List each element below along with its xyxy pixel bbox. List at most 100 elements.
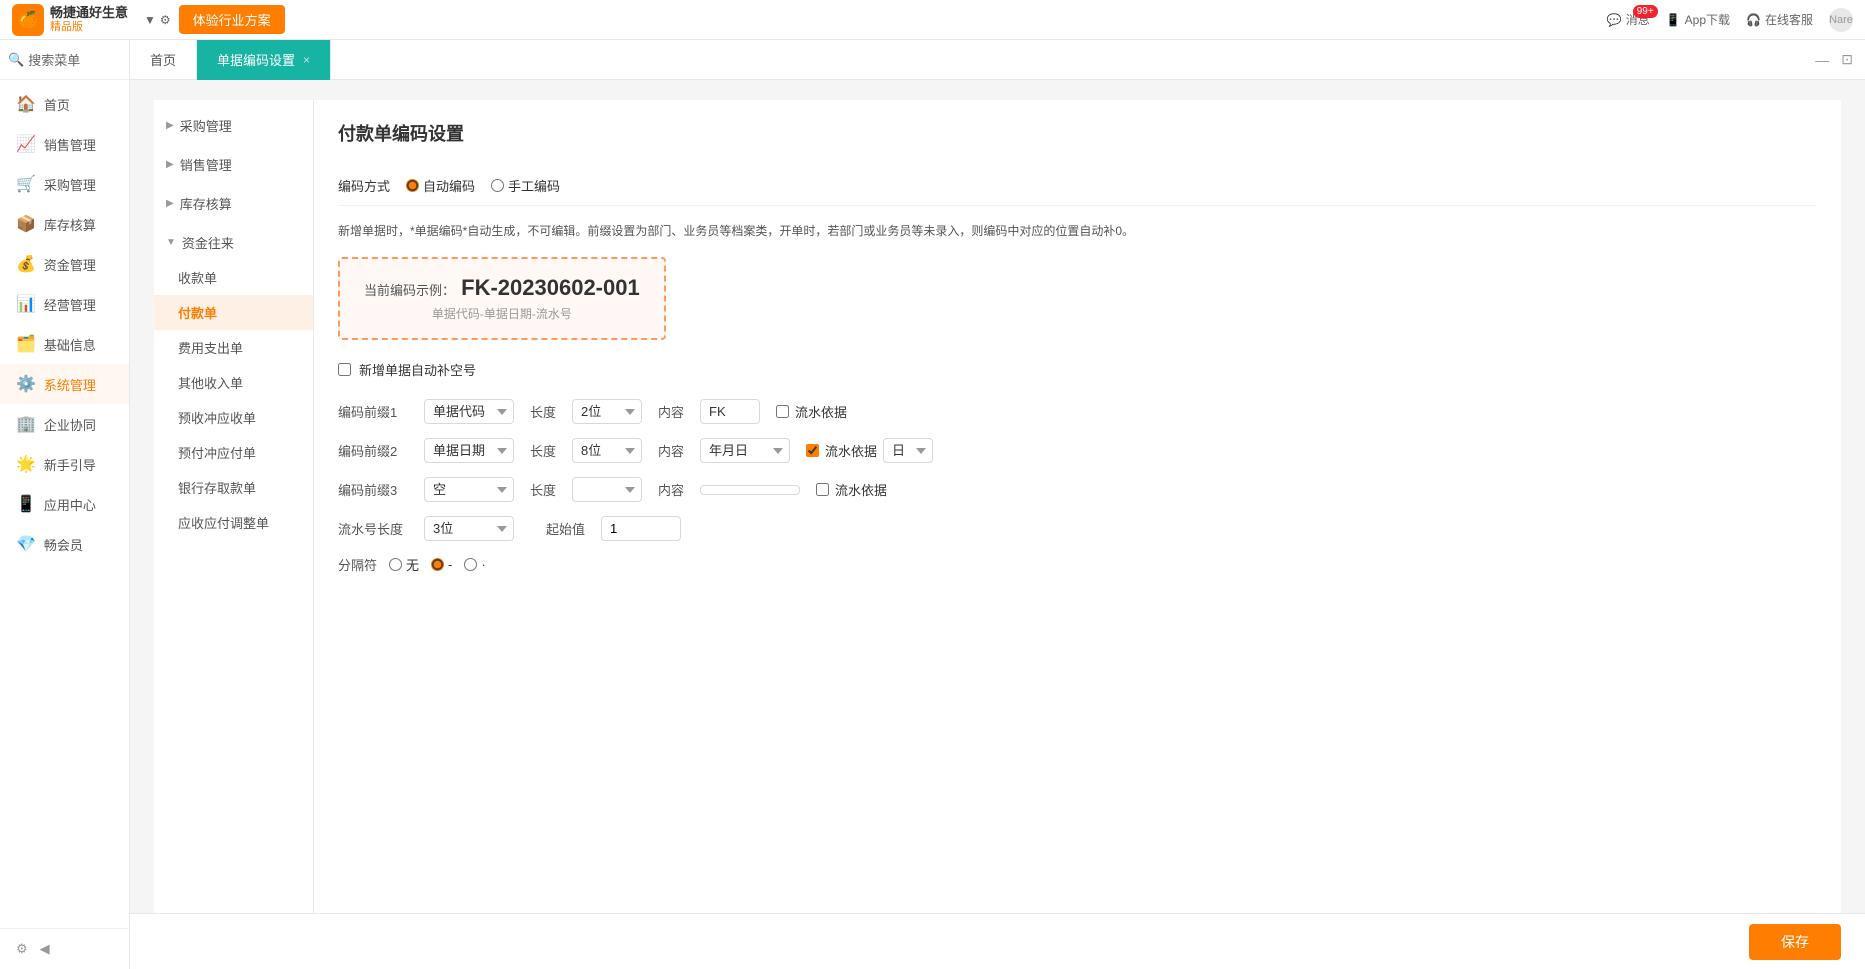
len2-label: 长度 [530, 441, 556, 460]
content-layout: ▶ 采购管理 ▶ 销售管理 ▶ 库存核算 [154, 100, 1841, 939]
app-download-action[interactable]: 📱 App下载 [1666, 11, 1730, 28]
sidebar-menu: 🏠 首页 📈 销售管理 🛒 采购管理 📦 库存核算 💰 资金管理 📊 经 [0, 80, 129, 928]
auto-code-input[interactable] [406, 179, 419, 192]
prefix3-label: 编码前缀3 [338, 480, 408, 499]
topbar-dropdown[interactable]: ▼ [144, 13, 156, 27]
service-action[interactable]: 🎧 在线客服 [1746, 11, 1813, 28]
sep-none-radio[interactable]: 无 [389, 555, 419, 574]
sidebar-item-basic[interactable]: 🗂️ 基础信息 [0, 324, 129, 364]
sub-sidebar-group-funds: ▼ 资金往来 收款单 付款单 费用支出单 其他收入单 预收冲应收单 预付冲应付单… [154, 225, 313, 540]
newguide-icon: 🌟 [16, 454, 36, 474]
minimize-icon[interactable]: — [1811, 48, 1833, 72]
sidebar-item-newguide[interactable]: 🌟 新手引导 [0, 444, 129, 484]
sidebar-item-sales[interactable]: 📈 销售管理 [0, 124, 129, 164]
preview-code: 当前编码示例： FK-20230602-001 [364, 275, 640, 301]
settings-icon[interactable]: ⚙ [160, 13, 171, 27]
sub-sidebar-other-income[interactable]: 其他收入单 [154, 365, 313, 400]
sub-sidebar-group-sales: ▶ 销售管理 [154, 147, 313, 182]
sub-sidebar-sales[interactable]: ▶ 销售管理 [154, 147, 313, 182]
start-val-input[interactable] [601, 516, 681, 541]
content3-value [700, 485, 800, 495]
sub-sidebar-bank[interactable]: 银行存取款单 [154, 470, 313, 505]
form-title: 付款单编码设置 [338, 120, 1817, 146]
sub-sidebar-receipt[interactable]: 收款单 [154, 260, 313, 295]
headset-icon: 🎧 [1746, 13, 1761, 27]
tabbar-actions: — ⊡ [1811, 47, 1865, 72]
sub-sidebar-group-purchase: ▶ 采购管理 [154, 108, 313, 143]
collapse-icon[interactable]: ◀ [40, 941, 50, 957]
code-preview: 当前编码示例： FK-20230602-001 单据代码-单据日期-流水号 [338, 257, 666, 340]
coding-method-label: 编码方式 [338, 176, 390, 195]
trial-btn[interactable]: 体验行业方案 [179, 5, 285, 34]
maximize-icon[interactable]: ⊡ [1837, 47, 1857, 72]
sales-icon: 📈 [16, 134, 36, 154]
finance-icon: 💰 [16, 254, 36, 274]
tab-home[interactable]: 首页 [130, 40, 197, 80]
member-icon: 💎 [16, 534, 36, 554]
arrow-right-icon: ▶ [166, 120, 174, 131]
sep-dot-input[interactable] [431, 558, 444, 571]
stock-icon: 📦 [16, 214, 36, 234]
save-button[interactable]: 保存 [1749, 924, 1841, 960]
sidebar-item-company[interactable]: 🏢 企业协同 [0, 404, 129, 444]
flow2-unit-select[interactable]: 日 [883, 438, 933, 463]
sub-sidebar-stock[interactable]: ▶ 库存核算 [154, 186, 313, 221]
sidebar-search[interactable]: 🔍 搜索菜单 [0, 40, 129, 80]
system-icon: ⚙️ [16, 374, 36, 394]
tab-doc-code-settings[interactable]: 单据编码设置 × [197, 40, 331, 80]
sidebar-item-home[interactable]: 🏠 首页 [0, 84, 129, 124]
flow1-checkbox[interactable] [776, 405, 789, 418]
sub-sidebar-funds[interactable]: ▼ 资金往来 [154, 225, 313, 260]
auto-code-radio[interactable]: 自动编码 [406, 176, 475, 195]
len2-select[interactable]: 8位 [572, 438, 642, 463]
message-action[interactable]: 💬 消息 99+ [1607, 11, 1650, 28]
auto-fill-checkbox[interactable] [338, 363, 351, 376]
sidebar-item-stock[interactable]: 📦 库存核算 [0, 204, 129, 244]
prefix1-select[interactable]: 单据代码 [424, 399, 514, 424]
prefix2-select[interactable]: 单据日期 [424, 438, 514, 463]
topbar: 🍊 畅捷通好生意 精品版 ▼ ⚙ 体验行业方案 💬 消息 99+ 📱 App下载… [0, 0, 1865, 40]
content2-select[interactable]: 年月日 [700, 438, 790, 463]
sidebar-item-operation[interactable]: 📊 经营管理 [0, 284, 129, 324]
coding-method-radios: 自动编码 手工编码 [406, 176, 560, 195]
app-icon: 📱 [1666, 13, 1681, 27]
manual-code-input[interactable] [491, 179, 504, 192]
sep-dot2-radio[interactable]: · [464, 557, 485, 572]
sidebar-item-appcenter[interactable]: 📱 应用中心 [0, 484, 129, 524]
sidebar-item-system[interactable]: ⚙️ 系统管理 [0, 364, 129, 404]
len1-select[interactable]: 2位 [572, 399, 642, 424]
sub-sidebar-pre-receipt[interactable]: 预收冲应收单 [154, 400, 313, 435]
sep-dot2-input[interactable] [464, 558, 477, 571]
flow1-label: 流水依据 [795, 402, 847, 421]
flow2-checkbox[interactable] [806, 444, 819, 457]
serial-len-select[interactable]: 3位 [424, 516, 514, 541]
len3-select[interactable] [572, 477, 642, 502]
message-badge: 99+ [1633, 5, 1658, 18]
sub-sidebar-expense[interactable]: 费用支出单 [154, 330, 313, 365]
sidebar-item-member[interactable]: 💎 畅会员 [0, 524, 129, 564]
sub-sidebar-payment[interactable]: 付款单 [154, 295, 313, 330]
serial-row: 流水号长度 3位 起始值 [338, 516, 1817, 541]
purchase-icon: 🛒 [16, 174, 36, 194]
flow3-label: 流水依据 [835, 480, 887, 499]
sub-sidebar-pre-payment[interactable]: 预付冲应付单 [154, 435, 313, 470]
sidebar-item-finance[interactable]: 💰 资金管理 [0, 244, 129, 284]
user-avatar[interactable]: Nare [1829, 8, 1853, 32]
manual-code-radio[interactable]: 手工编码 [491, 176, 560, 195]
logo: 🍊 畅捷通好生意 精品版 [12, 4, 128, 36]
sub-sidebar-adjust[interactable]: 应收应付调整单 [154, 505, 313, 540]
sep-none-input[interactable] [389, 558, 402, 571]
company-icon: 🏢 [16, 414, 36, 434]
tab-close-icon[interactable]: × [303, 53, 310, 67]
sep-dot-radio[interactable]: - [431, 557, 452, 572]
avatar: Nare [1829, 8, 1853, 32]
logo-sub: 精品版 [50, 21, 128, 34]
arrow-right-icon2: ▶ [166, 159, 174, 170]
flow3-checkbox[interactable] [816, 483, 829, 496]
prefix2-label: 编码前缀2 [338, 441, 408, 460]
sub-sidebar-purchase[interactable]: ▶ 采购管理 [154, 108, 313, 143]
sidebar-item-purchase[interactable]: 🛒 采购管理 [0, 164, 129, 204]
settings-footer-icon[interactable]: ⚙ [16, 941, 28, 957]
auto-fill-label: 新增单据自动补空号 [359, 360, 476, 379]
prefix3-select[interactable]: 空 [424, 477, 514, 502]
